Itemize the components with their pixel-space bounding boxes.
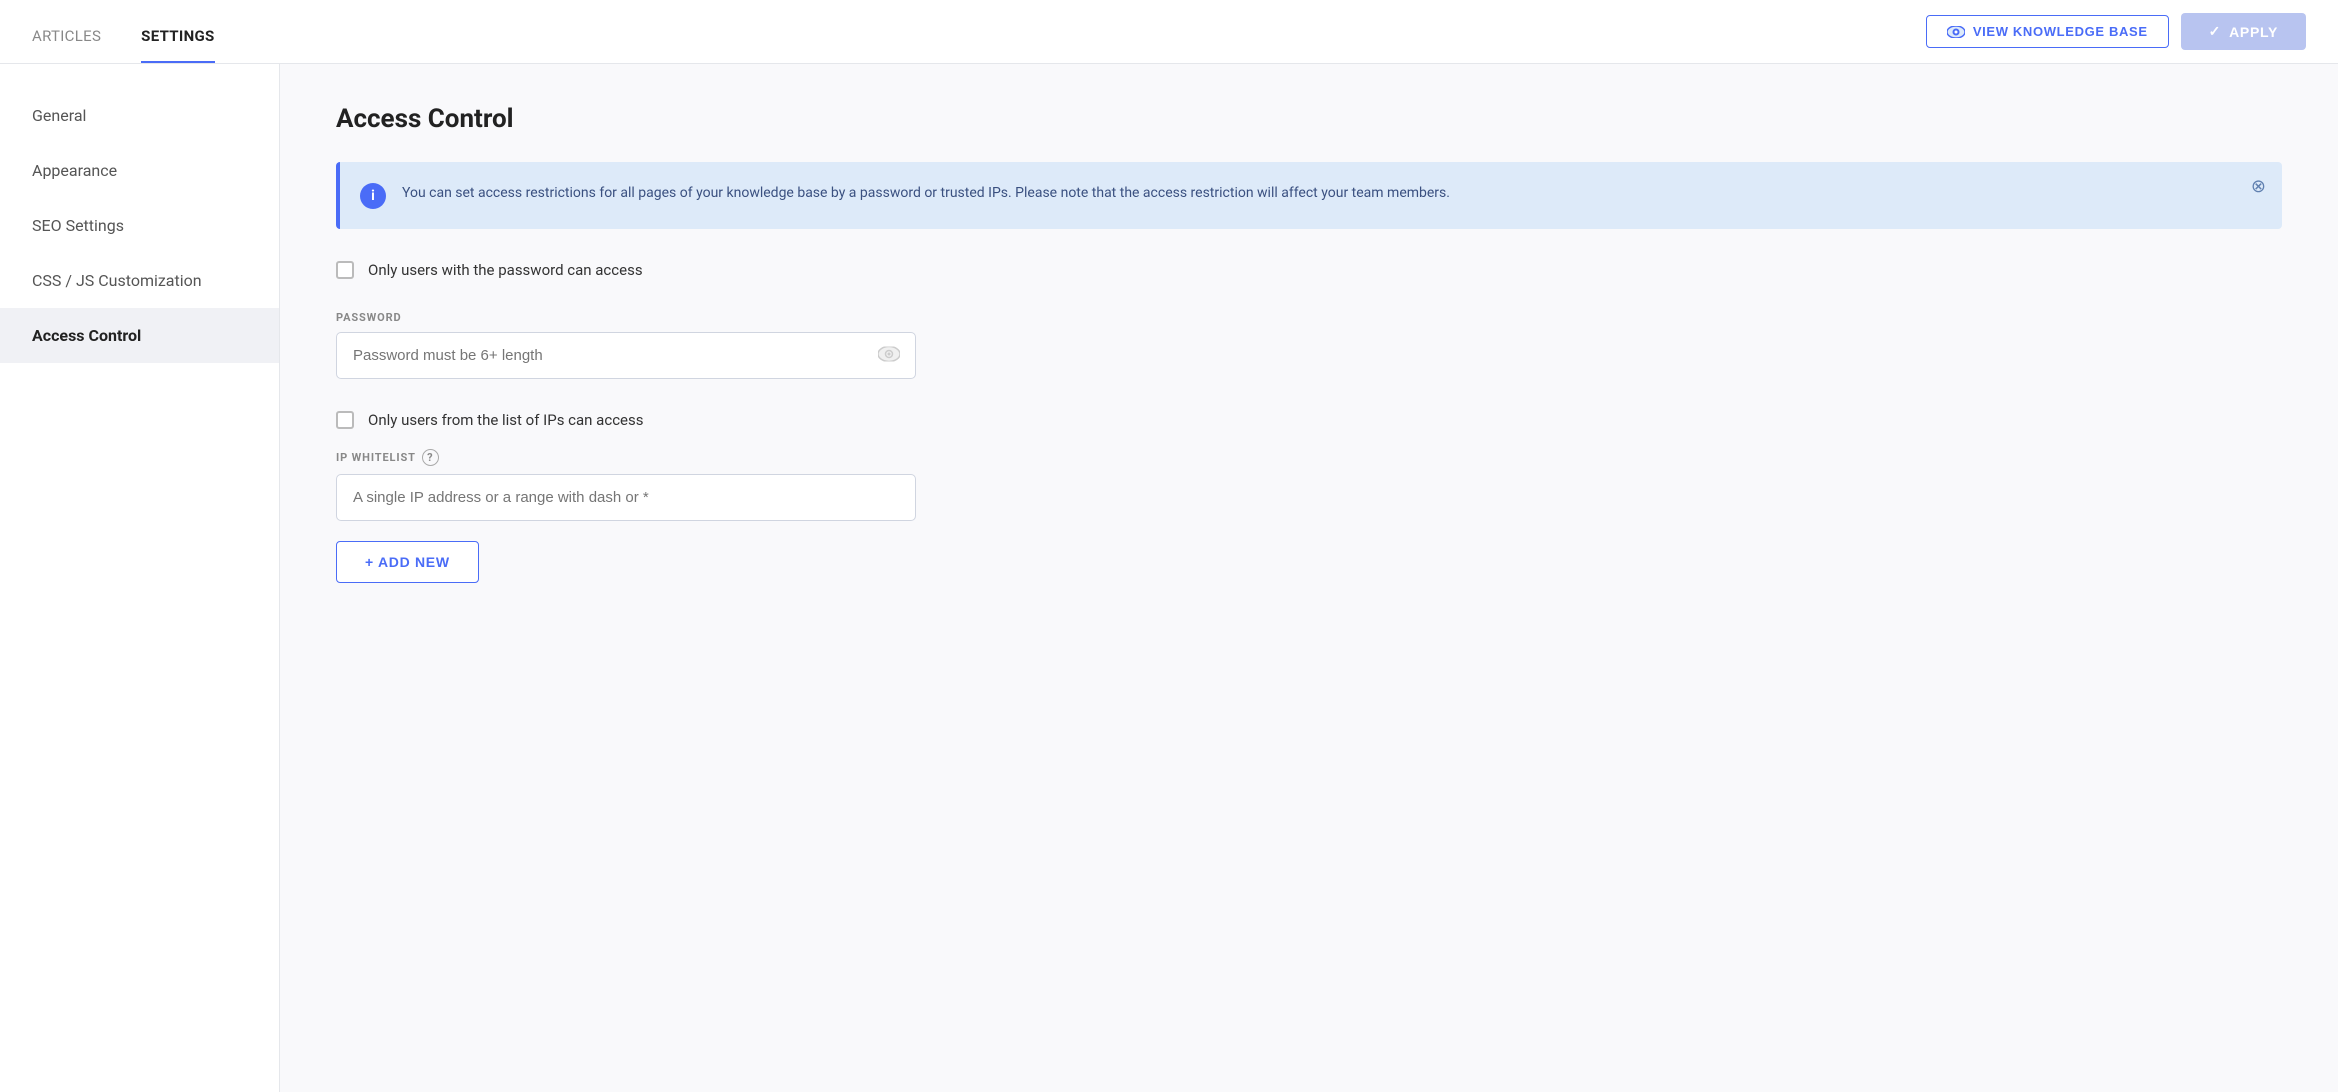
page-title: Access Control xyxy=(336,104,2282,134)
password-field-wrap xyxy=(336,332,916,379)
password-eye-icon[interactable] xyxy=(878,345,900,366)
password-checkbox-row: Only users with the password can access xyxy=(336,261,2282,279)
info-banner: i You can set access restrictions for al… xyxy=(336,162,2282,229)
nav-tabs: ARTICLES SETTINGS xyxy=(32,0,215,63)
add-new-button-label: + ADD NEW xyxy=(365,554,450,570)
ip-checkbox[interactable] xyxy=(336,411,354,429)
ip-checkbox-row: Only users from the list of IPs can acce… xyxy=(336,411,2282,429)
info-icon: i xyxy=(360,183,386,209)
password-checkbox-label: Only users with the password can access xyxy=(368,261,643,279)
password-checkbox[interactable] xyxy=(336,261,354,279)
sidebar-item-access-control[interactable]: Access Control xyxy=(0,308,279,363)
ip-help-icon[interactable]: ? xyxy=(422,449,439,466)
add-new-button[interactable]: + ADD NEW xyxy=(336,541,479,583)
nav-actions: VIEW KNOWLEDGE BASE ✓ APPLY xyxy=(1926,13,2306,50)
layout: General Appearance SEO Settings CSS / JS… xyxy=(0,64,2338,1092)
view-knowledge-base-button[interactable]: VIEW KNOWLEDGE BASE xyxy=(1926,15,2169,48)
ip-whitelist-label: IP WHITELIST ? xyxy=(336,449,2282,466)
tab-articles[interactable]: ARTICLES xyxy=(32,27,101,63)
info-banner-close[interactable]: ⊗ xyxy=(2251,178,2266,196)
main-content: Access Control i You can set access rest… xyxy=(280,64,2338,1092)
sidebar-item-general[interactable]: General xyxy=(0,88,279,143)
sidebar-item-seo-settings[interactable]: SEO Settings xyxy=(0,198,279,253)
info-banner-text: You can set access restrictions for all … xyxy=(402,182,1450,204)
password-input[interactable] xyxy=(336,332,916,379)
tab-settings[interactable]: SETTINGS xyxy=(141,27,214,63)
top-nav: ARTICLES SETTINGS VIEW KNOWLEDGE BASE ✓ … xyxy=(0,0,2338,64)
sidebar-item-css-js[interactable]: CSS / JS Customization xyxy=(0,253,279,308)
ip-input[interactable] xyxy=(336,474,916,521)
password-field-label: PASSWORD xyxy=(336,311,2282,324)
ip-checkbox-label: Only users from the list of IPs can acce… xyxy=(368,411,643,429)
apply-button[interactable]: ✓ APPLY xyxy=(2181,13,2306,50)
eye-icon xyxy=(1947,26,1965,38)
sidebar-item-appearance[interactable]: Appearance xyxy=(0,143,279,198)
sidebar: General Appearance SEO Settings CSS / JS… xyxy=(0,64,280,1092)
